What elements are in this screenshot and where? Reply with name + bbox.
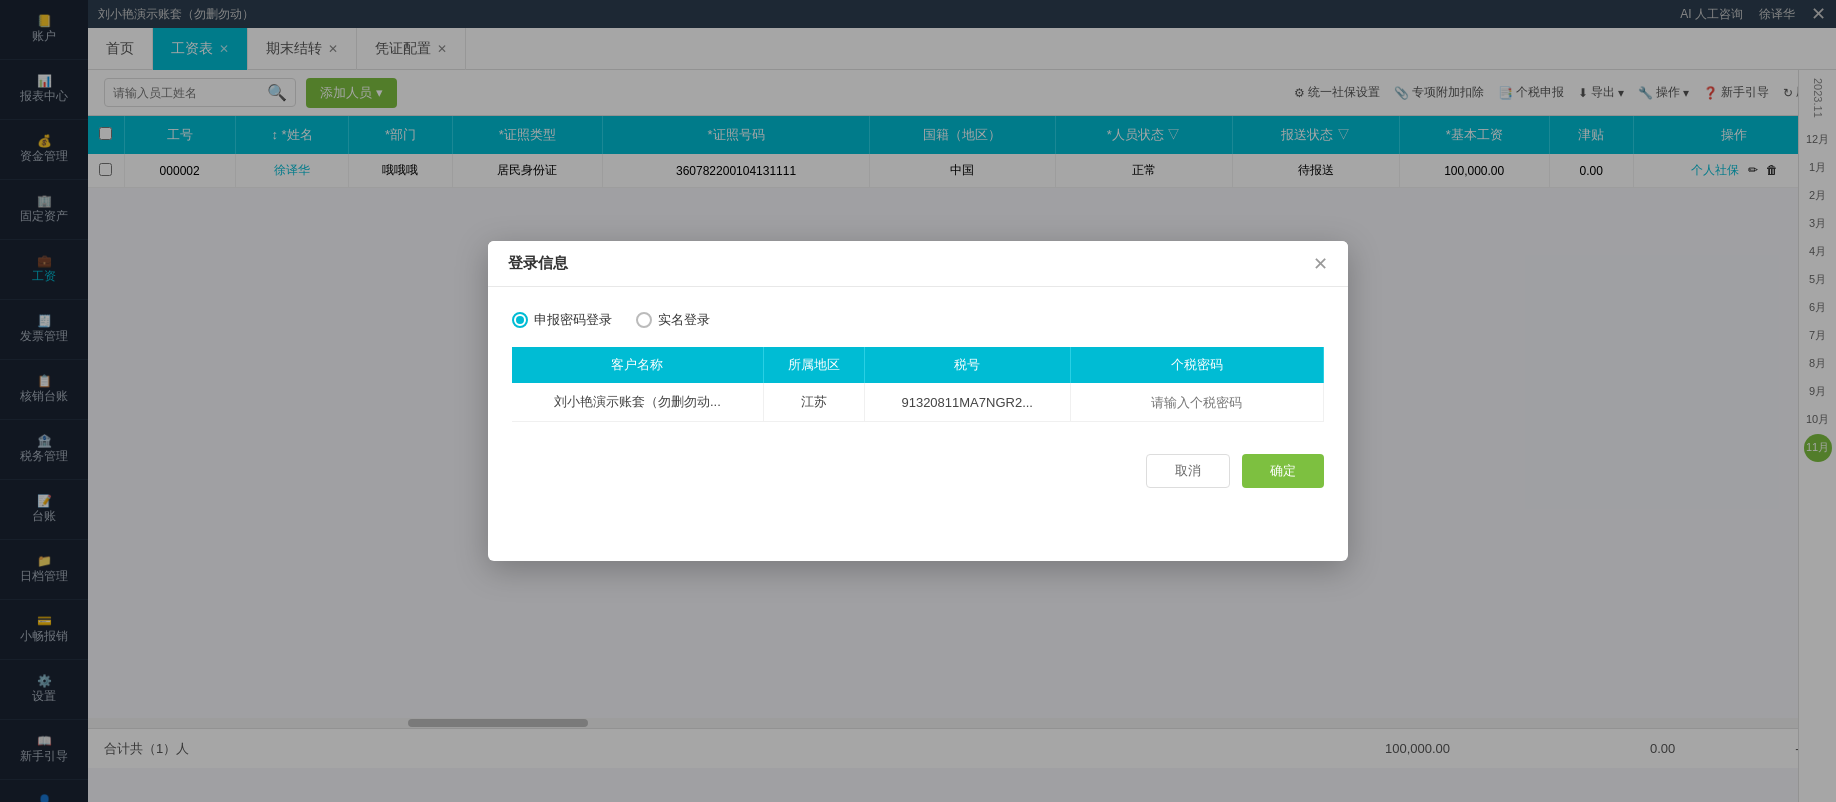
modal-close-icon[interactable]: ✕ <box>1313 253 1328 275</box>
modal-cell-password[interactable] <box>1070 383 1324 422</box>
modal-col-password: 个税密码 <box>1070 347 1324 383</box>
radio-realname-login[interactable]: 实名登录 <box>636 311 710 329</box>
radio-realname-circle <box>636 312 652 328</box>
tax-password-input[interactable] <box>1083 395 1312 410</box>
login-table: 客户名称 所属地区 税号 个税密码 刘小艳演示账套（勿删勿动... 江苏 913… <box>512 347 1324 422</box>
modal-col-region: 所属地区 <box>763 347 864 383</box>
modal-header: 登录信息 ✕ <box>488 241 1348 287</box>
radio-password-circle <box>512 312 528 328</box>
modal-table-row: 刘小艳演示账套（勿删勿动... 江苏 91320811MA7NGR2... <box>512 383 1324 422</box>
confirm-button[interactable]: 确定 <box>1242 454 1324 488</box>
login-info-modal: 登录信息 ✕ 申报密码登录 实名登录 客户名称 所属地区 <box>488 241 1348 561</box>
modal-col-client-name: 客户名称 <box>512 347 763 383</box>
login-type-radio-group: 申报密码登录 实名登录 <box>512 311 1324 329</box>
modal-body: 申报密码登录 实名登录 客户名称 所属地区 税号 个税密码 <box>488 287 1348 438</box>
modal-cell-tax-id: 91320811MA7NGR2... <box>864 383 1070 422</box>
modal-cell-client-name: 刘小艳演示账套（勿删勿动... <box>512 383 763 422</box>
cancel-button[interactable]: 取消 <box>1146 454 1230 488</box>
radio-password-login[interactable]: 申报密码登录 <box>512 311 612 329</box>
modal-footer: 取消 确定 <box>488 438 1348 508</box>
modal-cell-region: 江苏 <box>763 383 864 422</box>
modal-col-tax-id: 税号 <box>864 347 1070 383</box>
modal-title: 登录信息 <box>508 254 568 273</box>
modal-overlay: 登录信息 ✕ 申报密码登录 实名登录 客户名称 所属地区 <box>0 0 1836 802</box>
